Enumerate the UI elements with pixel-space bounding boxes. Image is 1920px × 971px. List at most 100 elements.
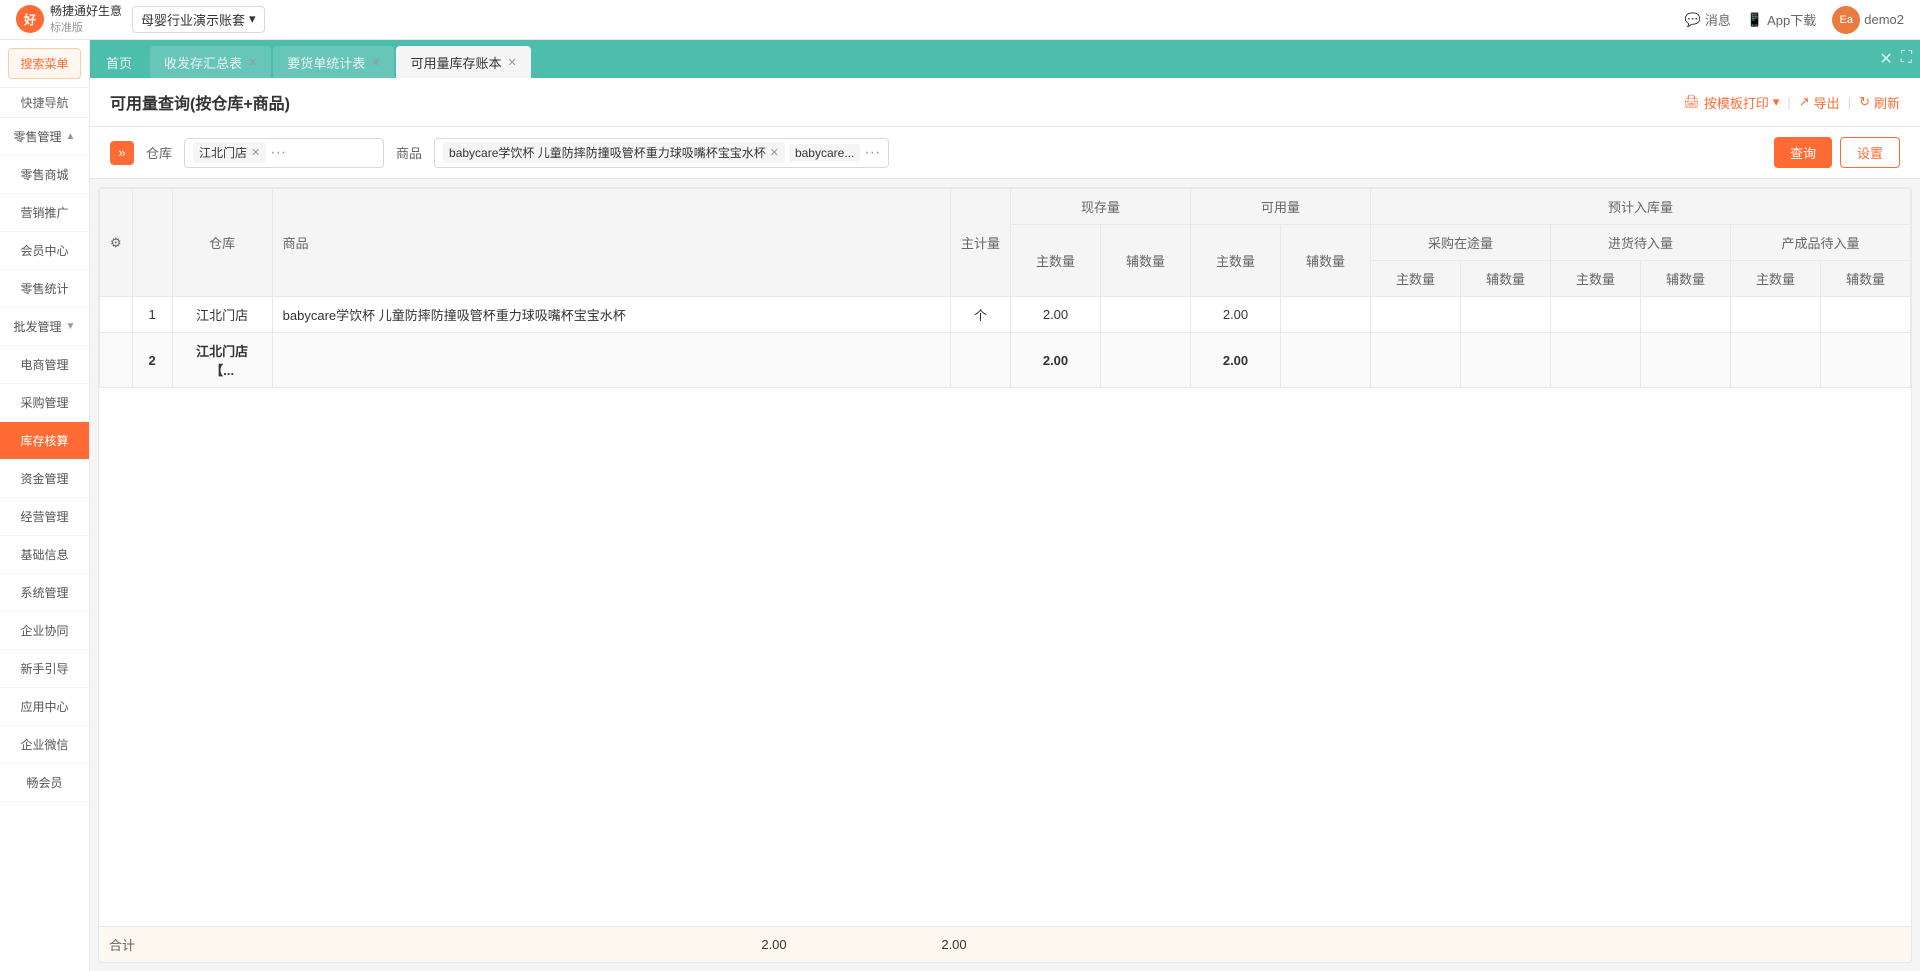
search-menu-btn[interactable]: 搜索菜单 <box>8 48 81 79</box>
chevron-down-icon: ▾ <box>249 11 256 27</box>
tab-close-icon[interactable]: ✕ <box>371 56 380 69</box>
sidebar-item-ecommerce[interactable]: 电商管理 <box>0 346 89 384</box>
filter-toggle-btn[interactable]: » <box>110 141 134 165</box>
content-area: 首页 收发存汇总表 ✕ 要货单统计表 ✕ 可用量库存账本 ✕ ✕ ⛶ <box>90 40 1920 971</box>
page-actions: 🖨 按模板打印 ▾ | ↗ 导出 | ↻ 刷新 <box>1683 93 1900 112</box>
sidebar-item-finance[interactable]: 资金管理 <box>0 460 89 498</box>
sidebar-item-label: 资金管理 <box>20 470 68 487</box>
user-area[interactable]: Ea demo2 <box>1832 6 1904 34</box>
td-settings <box>100 333 133 388</box>
td-settings <box>100 297 133 333</box>
footer-stock-main: 2.00 <box>729 937 819 952</box>
close-icon[interactable]: ✕ <box>1879 49 1892 69</box>
username: demo2 <box>1864 12 1904 27</box>
td-unit <box>951 333 1011 388</box>
filter-ellipsis2[interactable]: ··· <box>864 144 880 162</box>
table-scroll[interactable]: ⚙ 仓库 商品 主计量 现存量 可用量 预计入库量 <box>99 188 1911 926</box>
sidebar-item-retail-shop[interactable]: 零售商城 <box>0 156 89 194</box>
th-goods: 商品 <box>272 189 950 297</box>
logo-sub: 标准版 <box>50 19 122 35</box>
th-stock-group: 现存量 <box>1011 189 1191 225</box>
sidebar-item-label: 采购管理 <box>20 394 68 411</box>
sidebar-item-inventory[interactable]: 库存核算 <box>0 422 89 460</box>
page-title: 可用量查询(按仓库+商品) <box>110 90 290 114</box>
app-download-btn[interactable]: 📱 App下载 <box>1747 10 1816 29</box>
td-production-main <box>1731 297 1821 333</box>
td-warehouse: 江北门店 【... <box>172 333 272 388</box>
sidebar-item-basics[interactable]: 基础信息 <box>0 536 89 574</box>
tab-home[interactable]: 首页 <box>90 46 148 78</box>
warehouse-tag-close[interactable]: ✕ <box>251 146 260 159</box>
table-row: 1 江北门店 babycare学饮杯 儿童防摔防撞吸管杯重力球吸嘴杯宝宝水杯 个… <box>100 297 1911 333</box>
td-stock-aux <box>1101 333 1191 388</box>
tab-bar: 首页 收发存汇总表 ✕ 要货单统计表 ✕ 可用量库存账本 ✕ ✕ ⛶ <box>90 40 1920 78</box>
filter-actions: 查询 设置 <box>1774 137 1900 168</box>
settings-btn[interactable]: 设置 <box>1840 137 1900 168</box>
th-incoming-group: 进货待入量 <box>1551 225 1731 261</box>
sidebar-item-member[interactable]: 会员中心 <box>0 232 89 270</box>
sidebar-item-marketing[interactable]: 营销推广 <box>0 194 89 232</box>
product-tag-text: babycare学饮杯 儿童防摔防撞吸管杯重力球吸嘴杯宝宝水杯 <box>449 144 766 161</box>
top-bar-left: 好 畅捷通好生意 标准版 母婴行业演示账套 ▾ <box>16 4 265 34</box>
tab-close-icon[interactable]: ✕ <box>508 56 517 69</box>
export-label: 导出 <box>1814 93 1840 112</box>
sidebar-item-purchase[interactable]: 采购管理 <box>0 384 89 422</box>
td-stock-main: 2.00 <box>1011 333 1101 388</box>
footer-label: 合计 <box>109 935 269 954</box>
footer-spacer3 <box>669 937 729 952</box>
tab-receive-summary[interactable]: 收发存汇总表 ✕ <box>150 46 271 78</box>
sidebar-item-enterprise[interactable]: 企业协同 <box>0 612 89 650</box>
footer-spacer2 <box>369 937 669 952</box>
settings-icon[interactable]: ⚙ <box>110 235 122 250</box>
tab-order-stats[interactable]: 要货单统计表 ✕ <box>273 46 394 78</box>
export-btn[interactable]: ↗ 导出 <box>1799 93 1840 112</box>
sidebar-item-label: 基础信息 <box>20 546 68 563</box>
page-content: 可用量查询(按仓库+商品) 🖨 按模板打印 ▾ | ↗ 导出 | ↻ <box>90 78 1920 971</box>
avatar: Ea <box>1832 6 1860 34</box>
logo-text-block: 畅捷通好生意 标准版 <box>50 4 122 34</box>
sidebar-item-vip[interactable]: 畅会员 <box>0 764 89 802</box>
td-available-aux <box>1281 297 1371 333</box>
product-input[interactable]: babycare学饮杯 儿童防摔防撞吸管杯重力球吸嘴杯宝宝水杯 ✕ babyca… <box>434 138 889 168</box>
warehouse-input[interactable]: 江北门店 ✕ ··· <box>184 138 384 168</box>
sidebar-item-system[interactable]: 系统管理 <box>0 574 89 612</box>
td-incoming-aux <box>1641 333 1731 388</box>
print-icon: 🖨 <box>1683 94 1700 110</box>
td-available-aux <box>1281 333 1371 388</box>
query-btn[interactable]: 查询 <box>1774 137 1832 168</box>
filter-ellipsis[interactable]: ··· <box>270 144 286 162</box>
sidebar-item-enterprise-wechat[interactable]: 企业微信 <box>0 726 89 764</box>
footer-values: 2.00 2.00 <box>269 937 1901 952</box>
sidebar-item-label: 零售商城 <box>20 166 68 183</box>
maximize-icon[interactable]: ⛶ <box>1901 49 1912 69</box>
tab-label: 收发存汇总表 <box>164 53 242 72</box>
sidebar-item-label: 畅会员 <box>26 774 62 791</box>
quick-nav-btn[interactable]: 快捷导航 <box>0 88 89 118</box>
tab-available-ledger[interactable]: 可用量库存账本 ✕ <box>396 46 530 78</box>
chevron-down-icon: ▾ <box>1773 94 1780 110</box>
th-incoming-aux: 辅数量 <box>1641 261 1731 297</box>
tab-label: 要货单统计表 <box>287 53 365 72</box>
td-purchase-main <box>1371 333 1461 388</box>
sidebar-item-wholesale[interactable]: 批发管理 ▼ <box>0 308 89 346</box>
sidebar-item-newbie[interactable]: 新手引导 <box>0 650 89 688</box>
footer-available-main: 2.00 <box>909 937 999 952</box>
export-icon: ↗ <box>1799 94 1810 110</box>
message-btn[interactable]: 💬 消息 <box>1685 10 1731 29</box>
tab-bar-controls: ✕ ⛶ <box>1879 49 1912 69</box>
product-tag-close-1[interactable]: ✕ <box>770 146 779 159</box>
template-print-btn[interactable]: 🖨 按模板打印 ▾ <box>1683 93 1779 112</box>
divider: | <box>1787 95 1790 110</box>
tab-close-icon[interactable]: ✕ <box>248 56 257 69</box>
th-stock-aux: 辅数量 <box>1101 225 1191 297</box>
refresh-btn[interactable]: ↻ 刷新 <box>1859 93 1900 112</box>
td-unit: 个 <box>951 297 1011 333</box>
sidebar-item-app-center[interactable]: 应用中心 <box>0 688 89 726</box>
industry-selector[interactable]: 母婴行业演示账套 ▾ <box>132 6 265 33</box>
td-seq: 1 <box>132 297 172 333</box>
product-tag-text2: babycare... <box>795 146 854 160</box>
sidebar-item-operations[interactable]: 经营管理 <box>0 498 89 536</box>
sidebar-item-retail-mgmt[interactable]: 零售管理 ▲ <box>0 118 89 156</box>
sidebar-item-retail-stats[interactable]: 零售统计 <box>0 270 89 308</box>
th-incoming-main: 主数量 <box>1551 261 1641 297</box>
